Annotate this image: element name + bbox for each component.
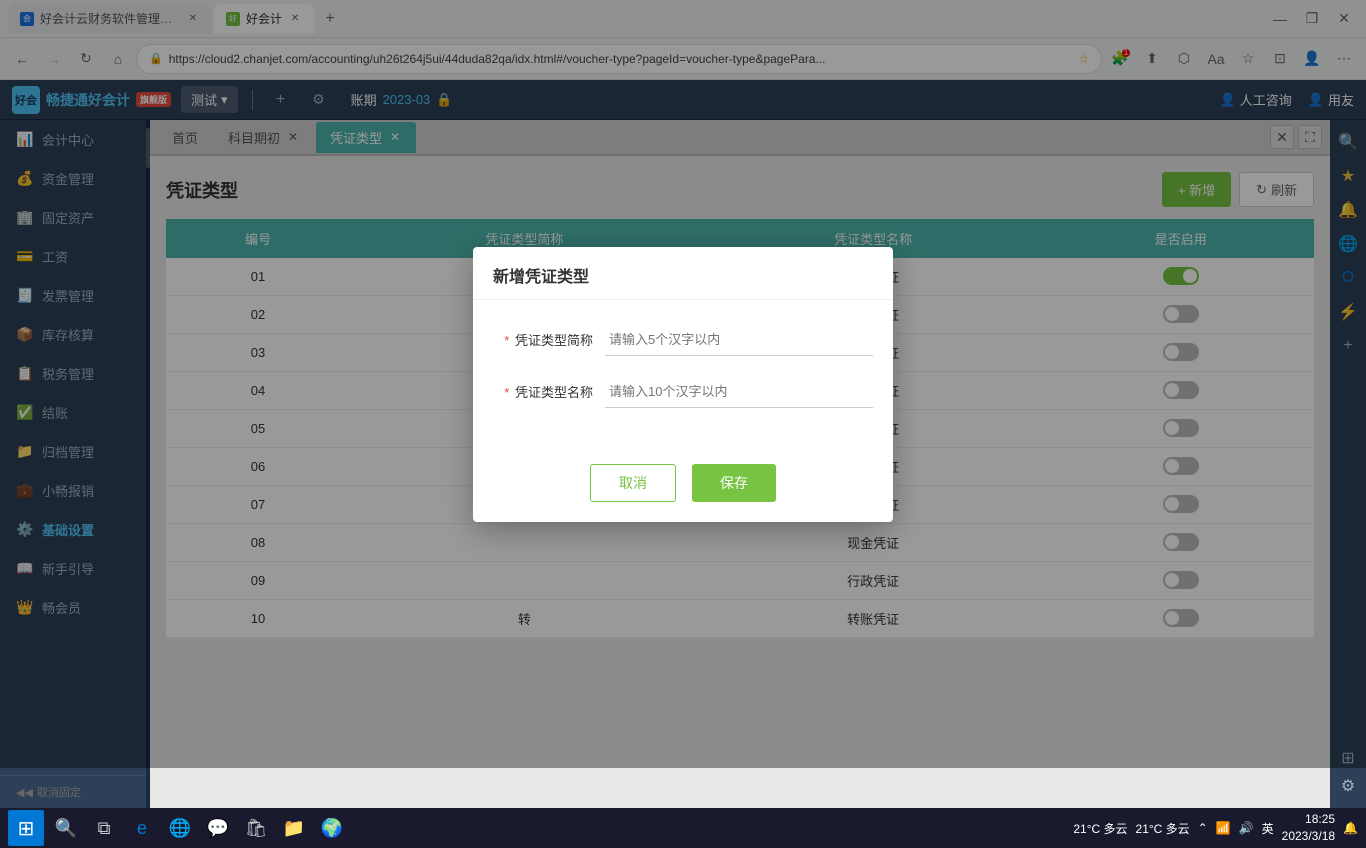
- form-row-full: * 凭证类型名称: [493, 376, 873, 408]
- add-voucher-modal: 新增凭证类型 * 凭证类型简称 * 凭证类型名称 取消 保存: [473, 247, 893, 522]
- taskbar-store[interactable]: 🛍: [240, 812, 272, 844]
- taskbar-weather-text: 21°C 多云: [1136, 820, 1190, 837]
- taskbar-chrome[interactable]: 🌐: [164, 812, 196, 844]
- sidebar-collapse-button[interactable]: ◀◀ 取消固定: [0, 775, 150, 808]
- form-label-full: * 凭证类型名称: [493, 382, 593, 401]
- taskbar-weather: 21°C 多云: [1073, 820, 1127, 837]
- form-row-short: * 凭证类型简称: [493, 324, 873, 356]
- taskbar-search[interactable]: 🔍: [50, 812, 82, 844]
- taskbar-clock: 18:25 2023/3/18: [1282, 811, 1335, 845]
- modal-footer: 取消 保存: [473, 452, 893, 522]
- modal-title: 新增凭证类型: [473, 247, 893, 300]
- required-mark-full: *: [504, 385, 509, 400]
- taskbar-time-value: 18:25: [1282, 811, 1335, 828]
- taskbar-right: 21°C 多云 21°C 多云 ⌃ 📶 🔊 英 18:25 2023/3/18 …: [1073, 811, 1358, 845]
- taskbar-notif[interactable]: 🔔: [1343, 821, 1358, 835]
- required-mark-short: *: [504, 333, 509, 348]
- start-button[interactable]: ⊞: [8, 810, 44, 846]
- taskbar: ⊞ 🔍 ⧉ e 🌐 💬 🛍 📁 🌍 21°C 多云 21°C 多云 ⌃ 📶 🔊 …: [0, 808, 1366, 848]
- taskbar-task-view[interactable]: ⧉: [88, 812, 120, 844]
- collapse-label: 取消固定: [37, 784, 81, 800]
- taskbar-wechat[interactable]: 💬: [202, 812, 234, 844]
- taskbar-edge[interactable]: e: [126, 812, 158, 844]
- right-panel-settings[interactable]: ⚙: [1334, 772, 1362, 800]
- full-name-input[interactable]: [605, 376, 873, 408]
- cancel-button[interactable]: 取消: [590, 464, 676, 502]
- collapse-icon: ◀◀: [16, 786, 33, 799]
- modal-body: * 凭证类型简称 * 凭证类型名称: [473, 300, 893, 452]
- label-text-short: 凭证类型简称: [515, 333, 593, 348]
- save-button[interactable]: 保存: [692, 464, 776, 502]
- taskbar-wifi-icon: 📶: [1216, 821, 1231, 835]
- label-text-full: 凭证类型名称: [515, 385, 593, 400]
- taskbar-sound-icon: 🔊: [1239, 821, 1254, 835]
- short-name-input[interactable]: [605, 324, 873, 356]
- taskbar-msedge[interactable]: 🌍: [316, 812, 348, 844]
- modal-overlay: 新增凭证类型 * 凭证类型简称 * 凭证类型名称 取消 保存: [0, 0, 1366, 768]
- taskbar-date-value: 2023/3/18: [1282, 828, 1335, 845]
- form-label-short: * 凭证类型简称: [493, 330, 593, 349]
- taskbar-folder[interactable]: 📁: [278, 812, 310, 844]
- taskbar-arrow-up[interactable]: ⌃: [1198, 821, 1208, 835]
- taskbar-lang: 英: [1262, 820, 1274, 837]
